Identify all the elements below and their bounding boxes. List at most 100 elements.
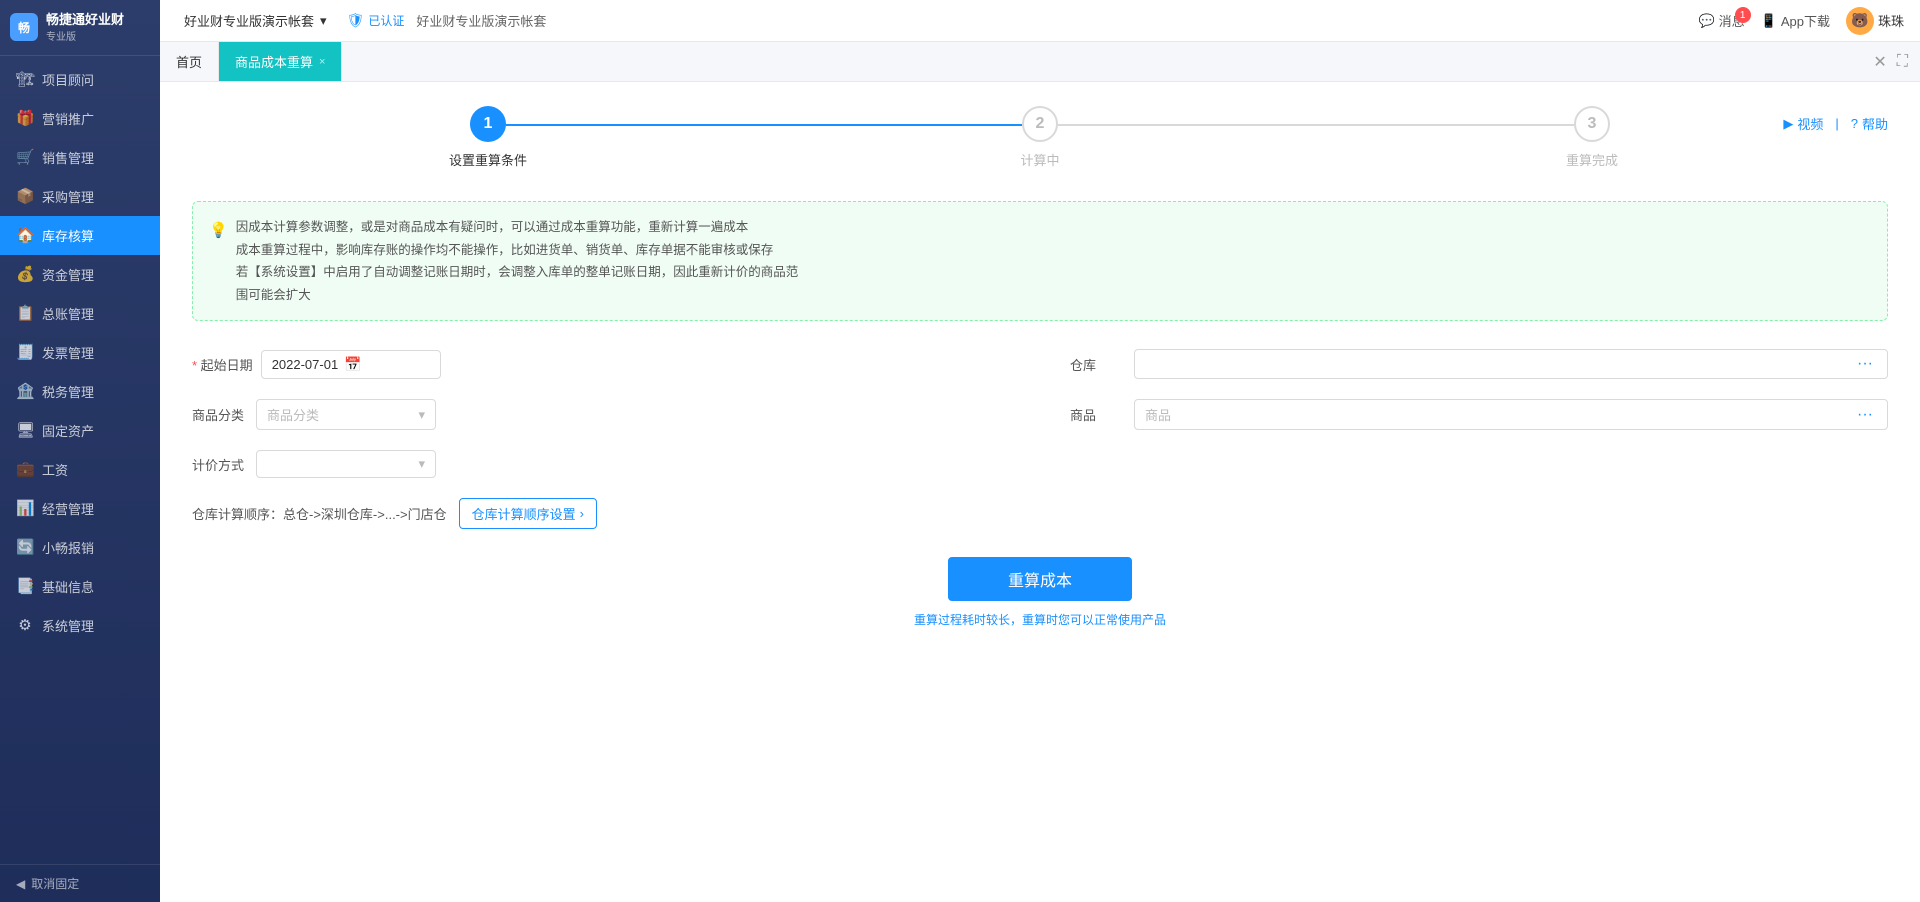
start-date-value: 2022-07-01 bbox=[272, 357, 339, 372]
accounting-icon: 📋 bbox=[16, 304, 34, 322]
sidebar-item-label: 发票管理 bbox=[42, 343, 94, 362]
steps-container: 1 设置重算条件 2 计算中 3 重算完成 ▶ bbox=[192, 106, 1888, 169]
app-download-button[interactable]: 📱 App下载 bbox=[1761, 11, 1830, 30]
warehouse-label: 仓库 bbox=[1070, 355, 1126, 374]
message-button[interactable]: 💬 消息 1 bbox=[1698, 11, 1744, 30]
sidebar-item-label: 总账管理 bbox=[42, 304, 94, 323]
step-1-circle: 1 bbox=[470, 106, 506, 142]
sidebar-item-tax[interactable]: 🏦 税务管理 bbox=[0, 372, 160, 411]
home-tab-label: 首页 bbox=[176, 52, 202, 71]
price-method-label: 计价方式 bbox=[192, 455, 248, 474]
info-text: 因成本计算参数调整，或是对商品成本有疑问时，可以通过成本重算功能，重新计算一遍成… bbox=[236, 216, 799, 306]
topbar-account-name: 好业财专业版演示帐套 bbox=[416, 11, 546, 30]
assets-icon: 🖥 bbox=[16, 421, 34, 439]
sales-icon: 🛒 bbox=[16, 148, 34, 166]
app-title-block: 畅捷通好业财 专业版 bbox=[46, 12, 124, 43]
tabbar: 首页 商品成本重算 × ✕ ⛶ bbox=[160, 42, 1920, 82]
window-controls: ✕ ⛶ bbox=[1861, 42, 1920, 81]
step-2-label: 计算中 bbox=[1020, 150, 1059, 169]
category-label: 商品分类 bbox=[192, 405, 248, 424]
sidebar-item-sales[interactable]: 🛒 销售管理 bbox=[0, 138, 160, 177]
sidebar-item-label: 经营管理 bbox=[42, 499, 94, 518]
finance-icon: 💰 bbox=[16, 265, 34, 283]
sidebar-item-business[interactable]: 📊 经营管理 bbox=[0, 489, 160, 528]
warehouse-input[interactable]: ··· bbox=[1134, 349, 1888, 379]
chevron-right-icon: › bbox=[580, 506, 584, 521]
form-row-1: 起始日期 2022-07-01 📅 仓库 ··· bbox=[192, 349, 1888, 379]
verified-label: 已认证 bbox=[368, 12, 404, 29]
play-icon: ▶ bbox=[1783, 116, 1793, 132]
step-1: 1 设置重算条件 bbox=[212, 106, 764, 169]
tax-icon: 🏦 bbox=[16, 382, 34, 400]
price-method-select[interactable]: ▾ bbox=[256, 450, 436, 478]
category-select[interactable]: 商品分类 ▾ bbox=[256, 399, 436, 430]
step-3-circle: 3 bbox=[1574, 106, 1610, 142]
app-name: 畅捷通好业财 bbox=[46, 12, 124, 28]
sidebar-item-purchase[interactable]: 📦 采购管理 bbox=[0, 177, 160, 216]
account-selector[interactable]: 好业财专业版演示帐套 ▾ bbox=[176, 7, 335, 34]
step-2-num: 2 bbox=[1036, 115, 1045, 133]
sidebar-item-marketing[interactable]: 🎁 营销推广 bbox=[0, 99, 160, 138]
form-row-3: 计价方式 ▾ bbox=[192, 450, 1888, 478]
divider: | bbox=[1835, 116, 1838, 131]
sidebar: 畅 畅捷通好业财 专业版 🏗 项目顾问 🎁 营销推广 🛒 销售管理 📦 采购管理… bbox=[0, 0, 160, 902]
warehouse-order-settings-button[interactable]: 仓库计算顺序设置 › bbox=[459, 498, 597, 529]
sidebar-item-label: 库存核算 bbox=[42, 226, 94, 245]
sidebar-item-label: 小畅报销 bbox=[42, 538, 94, 557]
sidebar-item-expense[interactable]: 🔄 小畅报销 bbox=[0, 528, 160, 567]
close-window-icon[interactable]: ✕ bbox=[1873, 52, 1886, 72]
help-label: 帮助 bbox=[1862, 114, 1888, 133]
recalc-hint: 重算过程耗时较长，重算时您可以正常使用产品 bbox=[192, 611, 1888, 628]
info-line-4: 围可能会扩大 bbox=[236, 284, 799, 307]
sidebar-item-basic[interactable]: 📑 基础信息 bbox=[0, 567, 160, 606]
phone-icon: 📱 bbox=[1761, 13, 1777, 29]
avatar: 🐻 bbox=[1846, 7, 1874, 35]
sidebar-item-label: 系统管理 bbox=[42, 616, 94, 635]
shield-icon: 🛡 bbox=[347, 12, 365, 29]
sidebar-item-finance[interactable]: 💰 资金管理 bbox=[0, 255, 160, 294]
sidebar-item-label: 营销推广 bbox=[42, 109, 94, 128]
project-icon: 🏗 bbox=[16, 70, 34, 88]
sidebar-item-accounting[interactable]: 📋 总账管理 bbox=[0, 294, 160, 333]
sidebar-item-label: 工资 bbox=[42, 460, 68, 479]
sidebar-item-salary[interactable]: 💼 工资 bbox=[0, 450, 160, 489]
video-label: 视频 bbox=[1797, 114, 1823, 133]
price-method-field: 计价方式 ▾ bbox=[192, 450, 1888, 478]
step-3-num: 3 bbox=[1588, 115, 1597, 133]
sidebar-item-inventory[interactable]: 🏠 库存核算 bbox=[0, 216, 160, 255]
sidebar-item-project[interactable]: 🏗 项目顾问 bbox=[0, 60, 160, 99]
start-date-input[interactable]: 2022-07-01 📅 bbox=[261, 350, 441, 379]
warehouse-more-icon[interactable]: ··· bbox=[1853, 355, 1877, 373]
sidebar-item-assets[interactable]: 🖥 固定资产 bbox=[0, 411, 160, 450]
sidebar-item-label: 采购管理 bbox=[42, 187, 94, 206]
start-date-field: 起始日期 2022-07-01 📅 bbox=[192, 350, 1010, 379]
tab-home[interactable]: 首页 bbox=[160, 42, 219, 81]
sidebar-item-label: 税务管理 bbox=[42, 382, 94, 401]
category-field: 商品分类 商品分类 ▾ bbox=[192, 399, 1010, 430]
goods-input[interactable]: 商品 ··· bbox=[1134, 399, 1888, 430]
topbar: 好业财专业版演示帐套 ▾ 🛡 已认证 好业财专业版演示帐套 💬 消息 1 📱 A… bbox=[160, 0, 1920, 42]
tab-close-icon[interactable]: × bbox=[319, 56, 325, 68]
tab-cost-recalc[interactable]: 商品成本重算 × bbox=[219, 42, 342, 81]
goods-more-icon[interactable]: ··· bbox=[1853, 406, 1877, 424]
calendar-icon[interactable]: 📅 bbox=[344, 356, 361, 373]
recalc-button[interactable]: 重算成本 bbox=[948, 557, 1132, 601]
cancel-pin-button[interactable]: ◀ 取消固定 bbox=[0, 864, 160, 902]
account-name: 好业财专业版演示帐套 bbox=[184, 11, 314, 30]
username-label: 珠珠 bbox=[1878, 11, 1904, 30]
dropdown-icon: ▾ bbox=[320, 13, 327, 29]
marketing-icon: 🎁 bbox=[16, 109, 34, 127]
category-placeholder: 商品分类 bbox=[267, 405, 319, 424]
sidebar-item-system[interactable]: ⚙ 系统管理 bbox=[0, 606, 160, 645]
sidebar-item-label: 销售管理 bbox=[42, 148, 94, 167]
user-profile[interactable]: 🐻 珠珠 bbox=[1846, 7, 1904, 35]
warehouse-order-btn-label: 仓库计算顺序设置 bbox=[472, 504, 576, 523]
business-icon: 📊 bbox=[16, 499, 34, 517]
sidebar-item-invoice[interactable]: 🧾 发票管理 bbox=[0, 333, 160, 372]
step-2: 2 计算中 bbox=[764, 106, 1316, 169]
category-dropdown-icon: ▾ bbox=[418, 407, 425, 423]
info-line-1: 因成本计算参数调整，或是对商品成本有疑问时，可以通过成本重算功能，重新计算一遍成… bbox=[236, 216, 799, 239]
video-help-button[interactable]: ▶ 视频 bbox=[1783, 114, 1823, 133]
maximize-window-icon[interactable]: ⛶ bbox=[1897, 53, 1908, 71]
help-button[interactable]: ? 帮助 bbox=[1851, 114, 1888, 133]
